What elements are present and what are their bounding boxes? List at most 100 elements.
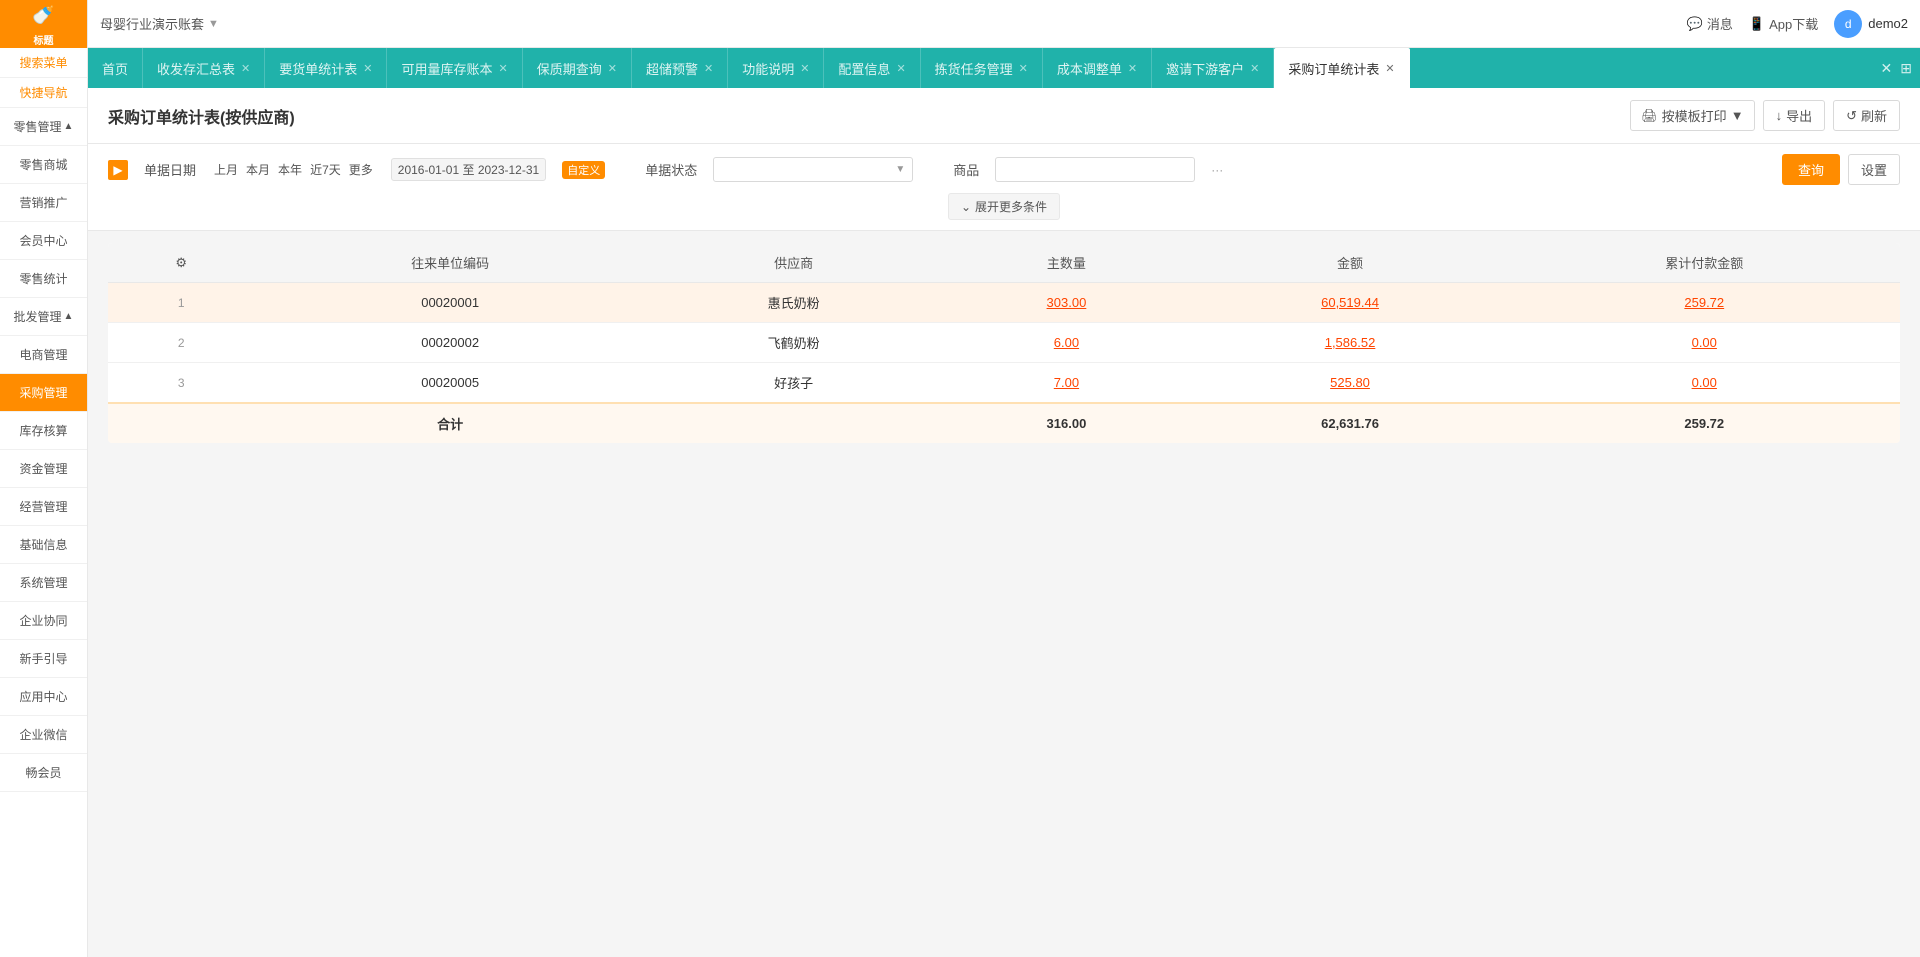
row-supplier: 飞鹤奶粉 xyxy=(646,323,941,363)
tab-req-goods-summary[interactable]: 要货单统计表✕ xyxy=(265,48,387,88)
topbar: 母婴行业演示账套 ▼ 💬 消息 📱 App下载 d demo2 xyxy=(88,0,1920,48)
row-main-qty[interactable]: 6.00 xyxy=(941,323,1191,363)
row-paid-amount[interactable]: 259.72 xyxy=(1509,283,1900,323)
tab-close-cost-adjust[interactable]: ✕ xyxy=(1128,62,1137,75)
table-row: 3 00020005 好孩子 7.00 525.80 0.00 xyxy=(108,363,1900,404)
filter-toggle-button[interactable]: ▶ xyxy=(108,160,128,180)
app-logo: 🍼 标题 xyxy=(0,0,87,48)
shortcut-this-year[interactable]: 本年 xyxy=(276,160,304,179)
row-main-qty[interactable]: 7.00 xyxy=(941,363,1191,404)
tab-close-req-goods-summary[interactable]: ✕ xyxy=(363,62,372,75)
tab-close-config-info[interactable]: ✕ xyxy=(896,62,905,75)
shortcut-this-month[interactable]: 本月 xyxy=(244,160,272,179)
export-icon: ↓ xyxy=(1776,108,1783,123)
sidebar: 🍼 标题 搜索菜单 快捷导航 零售管理▲零售商城营销推广会员中心零售统计批发管理… xyxy=(0,0,88,957)
tab-close-invite-downstream[interactable]: ✕ xyxy=(1250,62,1259,75)
sidebar-item-label-inventory: 库存核算 xyxy=(19,422,67,439)
data-table-container: ⚙ 往来单位编码 供应商 主数量 金额 累计付款金额 1 00020001 惠氏… xyxy=(108,243,1900,443)
tab-purchase-order-summary[interactable]: 采购订单统计表✕ xyxy=(1274,48,1409,88)
tab-label-function-desc: 功能说明 xyxy=(742,59,794,78)
row-amount[interactable]: 60,519.44 xyxy=(1192,283,1509,323)
sidebar-item-batch-manage[interactable]: 批发管理▲ xyxy=(0,298,87,336)
sidebar-item-vip-member[interactable]: 畅会员 xyxy=(0,754,87,792)
sidebar-item-member-center[interactable]: 会员中心 xyxy=(0,222,87,260)
topbar-app-download[interactable]: 📱 App下载 xyxy=(1749,14,1818,33)
tab-close-pick-task-manage[interactable]: ✕ xyxy=(1019,62,1028,75)
sidebar-item-app-center[interactable]: 应用中心 xyxy=(0,678,87,716)
tab-close-overstock-warning[interactable]: ✕ xyxy=(704,62,713,75)
user-avatar-initial: d xyxy=(1845,17,1852,31)
export-button[interactable]: ↓ 导出 xyxy=(1763,100,1826,131)
col-settings[interactable]: ⚙ xyxy=(108,243,254,283)
tabbar-close-all[interactable]: ✕ xyxy=(1881,60,1893,77)
tab-close-shelf-life-query[interactable]: ✕ xyxy=(608,62,617,75)
table-settings-icon[interactable]: ⚙ xyxy=(175,255,187,270)
col-supplier: 供应商 xyxy=(646,243,941,283)
sidebar-item-label-member-center: 会员中心 xyxy=(19,232,67,249)
row-paid-amount[interactable]: 0.00 xyxy=(1509,323,1900,363)
sidebar-item-retail-manage[interactable]: 零售管理▲ xyxy=(0,108,87,146)
tab-close-function-desc[interactable]: ✕ xyxy=(800,62,809,75)
row-amount[interactable]: 525.80 xyxy=(1192,363,1509,404)
tab-label-cost-adjust: 成本调整单 xyxy=(1057,59,1122,78)
sidebar-item-marketing[interactable]: 营销推广 xyxy=(0,184,87,222)
shortcut-more[interactable]: 更多 xyxy=(347,160,375,179)
goods-more-btn[interactable]: ··· xyxy=(1211,163,1223,177)
sidebar-search[interactable]: 搜索菜单 xyxy=(0,48,87,78)
sidebar-item-inventory[interactable]: 库存核算 xyxy=(0,412,87,450)
sidebar-item-retail-mall[interactable]: 零售商城 xyxy=(0,146,87,184)
sidebar-item-basic-info[interactable]: 基础信息 xyxy=(0,526,87,564)
tab-home[interactable]: 首页 xyxy=(88,48,143,88)
tab-close-receive-summary[interactable]: ✕ xyxy=(241,62,250,75)
tab-close-available-inventory[interactable]: ✕ xyxy=(499,62,508,75)
tab-invite-downstream[interactable]: 邀请下游客户✕ xyxy=(1152,48,1274,88)
goods-input[interactable] xyxy=(995,157,1195,182)
expand-more-button[interactable]: ⌄ 展开更多条件 xyxy=(948,193,1060,220)
row-supplier: 好孩子 xyxy=(646,363,941,404)
sidebar-item-ecom-manage[interactable]: 电商管理 xyxy=(0,336,87,374)
tab-close-purchase-order-summary[interactable]: ✕ xyxy=(1385,62,1394,75)
row-amount[interactable]: 1,586.52 xyxy=(1192,323,1509,363)
query-button[interactable]: 查询 xyxy=(1782,154,1840,185)
row-paid-amount[interactable]: 0.00 xyxy=(1509,363,1900,404)
tab-receive-summary[interactable]: 收发存汇总表 ✕ xyxy=(143,48,265,88)
tab-shelf-life-query[interactable]: 保质期查询 ✕ xyxy=(523,48,632,88)
settings-button[interactable]: 设置 xyxy=(1848,154,1900,185)
print-label: 按模板打印 xyxy=(1662,106,1727,125)
sidebar-item-operation[interactable]: 经营管理 xyxy=(0,488,87,526)
tab-label-shelf-life-query: 保质期查询 xyxy=(537,59,602,78)
refresh-button[interactable]: ↺ 刷新 xyxy=(1833,100,1900,131)
sidebar-quick-nav[interactable]: 快捷导航 xyxy=(0,78,87,108)
row-main-qty[interactable]: 303.00 xyxy=(941,283,1191,323)
page-content: 采购订单统计表(按供应商) 🖨 按模板打印 ▼ ↓ 导出 ↺ 刷新 xyxy=(88,88,1920,957)
tab-function-desc[interactable]: 功能说明 ✕ xyxy=(728,48,824,88)
tab-overstock-warning[interactable]: 超储预警✕ xyxy=(632,48,728,88)
sidebar-item-sys-manage[interactable]: 系统管理 xyxy=(0,564,87,602)
tab-cost-adjust[interactable]: 成本调整单 ✕ xyxy=(1043,48,1152,88)
tabbar-maximize[interactable]: ⊞ xyxy=(1900,60,1912,77)
print-button[interactable]: 🖨 按模板打印 ▼ xyxy=(1630,100,1754,131)
sidebar-item-purchase-manage[interactable]: 采购管理 xyxy=(0,374,87,412)
status-select[interactable] xyxy=(713,157,913,182)
tab-available-inventory[interactable]: 可用量库存账本✕ xyxy=(387,48,522,88)
sidebar-item-arrow-batch-manage: ▲ xyxy=(64,311,74,322)
sidebar-item-enterprise-wechat[interactable]: 企业微信 xyxy=(0,716,87,754)
tab-pick-task-manage[interactable]: 拣货任务管理 ✕ xyxy=(921,48,1043,88)
goods-filter-label: 商品 xyxy=(953,160,979,179)
topbar-messages[interactable]: 💬 消息 xyxy=(1687,14,1733,33)
main-area: 母婴行业演示账套 ▼ 💬 消息 📱 App下载 d demo2 首页收发存汇总表… xyxy=(88,0,1920,957)
sidebar-item-enterprise-coop[interactable]: 企业协同 xyxy=(0,602,87,640)
shortcut-7days[interactable]: 近7天 xyxy=(308,160,343,179)
shortcut-last-month[interactable]: 上月 xyxy=(212,160,240,179)
expand-icon: ⌄ xyxy=(961,200,971,214)
topbar-user[interactable]: d demo2 xyxy=(1834,10,1908,38)
industry-selector[interactable]: 母婴行业演示账套 ▼ xyxy=(100,14,219,33)
date-range-display[interactable]: 2016-01-01 至 2023-12-31 xyxy=(391,158,546,181)
table-row: 1 00020001 惠氏奶粉 303.00 60,519.44 259.72 xyxy=(108,283,1900,323)
tab-label-pick-task-manage: 拣货任务管理 xyxy=(935,59,1013,78)
tab-label-receive-summary: 收发存汇总表 xyxy=(157,59,235,78)
sidebar-item-retail-stats[interactable]: 零售统计 xyxy=(0,260,87,298)
sidebar-item-finance[interactable]: 资金管理 xyxy=(0,450,87,488)
tab-config-info[interactable]: 配置信息✕ xyxy=(824,48,920,88)
sidebar-item-new-guide[interactable]: 新手引导 xyxy=(0,640,87,678)
